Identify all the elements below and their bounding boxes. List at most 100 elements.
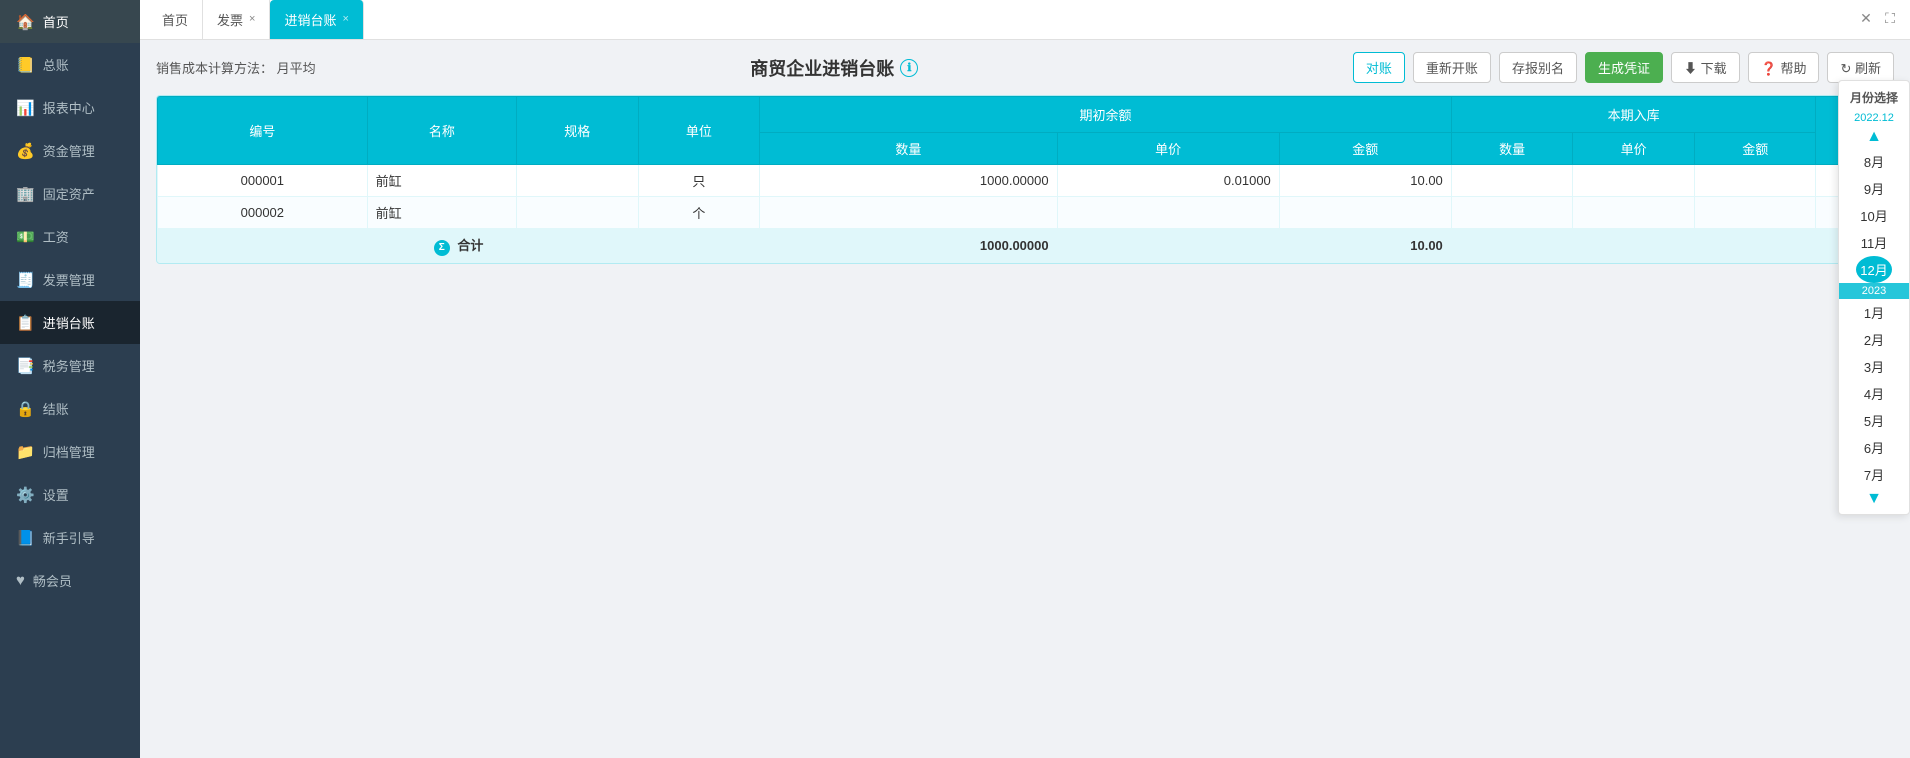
save-as-button[interactable]: 存报别名 xyxy=(1499,52,1577,83)
row1-op-price: 0.01000 xyxy=(1057,165,1279,197)
sidebar-item-closing[interactable]: 🔒 结账 xyxy=(0,387,140,430)
month-next-year: 2023 xyxy=(1839,283,1909,299)
cost-method-label: 销售成本计算方法： xyxy=(156,61,273,76)
sidebar-label-tax: 税务管理 xyxy=(43,356,95,375)
tab-bar: 首页 发票 × 进销台账 × xyxy=(140,0,1910,40)
total-row: Σ 合计 1000.00000 10.00 xyxy=(158,229,1893,263)
sidebar-item-inventory[interactable]: 📋 进销台账 xyxy=(0,301,140,344)
sidebar-item-payroll[interactable]: 💵 工资 xyxy=(0,215,140,258)
total-icon: Σ xyxy=(434,240,450,256)
month-item-12[interactable]: 12月 xyxy=(1856,256,1892,283)
sidebar-label-guide: 新手引导 xyxy=(43,528,95,547)
row1-code: 000001 xyxy=(158,165,368,197)
month-scroll-up[interactable]: ▲ xyxy=(1866,126,1882,148)
tab-inventory-label: 进销台账 xyxy=(284,10,336,29)
col-in-price: 单价 xyxy=(1573,133,1695,165)
row2-in-price xyxy=(1573,197,1695,229)
inventory-table: 编号 名称 规格 单位 期初余额 本期入库 数 数量 单价 金额 数量 单价 xyxy=(157,96,1893,263)
tab-home[interactable]: 首页 xyxy=(148,0,203,39)
toolbar: 销售成本计算方法： 月平均 商贸企业进销台账 ℹ 对账 重新开账 存报别名 生成… xyxy=(156,52,1894,83)
total-op-amount: 10.00 xyxy=(1279,229,1451,263)
col-opening-amount: 金额 xyxy=(1279,133,1451,165)
row1-in-price xyxy=(1573,165,1695,197)
total-op-price xyxy=(1057,229,1279,263)
col-in-amount: 金额 xyxy=(1694,133,1816,165)
sidebar-item-home[interactable]: 🏠 首页 xyxy=(0,0,140,43)
download-icon: ⬇ xyxy=(1684,61,1697,76)
sidebar-item-settings[interactable]: ⚙️ 设置 xyxy=(0,473,140,516)
reopen-button[interactable]: 重新开账 xyxy=(1413,52,1491,83)
help-button[interactable]: ❓ 帮助 xyxy=(1748,52,1820,83)
sidebar-label-payroll: 工资 xyxy=(43,227,69,246)
sidebar-label-invoice-mgmt: 发票管理 xyxy=(43,270,95,289)
reconcile-button[interactable]: 对账 xyxy=(1353,52,1405,83)
action-buttons: 对账 重新开账 存报别名 生成凭证 ⬇ 下载 ❓ 帮助 ↻ 刷新 xyxy=(1353,52,1894,83)
sidebar-item-archive[interactable]: 📁 归档管理 xyxy=(0,430,140,473)
sidebar-label-inventory: 进销台账 xyxy=(43,313,95,332)
month-item-6[interactable]: 6月 xyxy=(1839,434,1909,461)
ledger-icon: 📒 xyxy=(16,56,35,74)
download-label: 下载 xyxy=(1701,61,1727,76)
cost-method-value: 月平均 xyxy=(277,61,316,76)
sidebar-item-invoice-mgmt[interactable]: 🧾 发票管理 xyxy=(0,258,140,301)
close-button[interactable]: ✕ xyxy=(1856,8,1876,28)
row2-op-amount xyxy=(1279,197,1451,229)
tab-inventory-close[interactable]: × xyxy=(342,14,348,25)
tab-inventory[interactable]: 进销台账 × xyxy=(270,0,363,39)
help-label: 帮助 xyxy=(1780,61,1806,76)
download-button[interactable]: ⬇ 下载 xyxy=(1671,52,1740,83)
col-opening-qty: 数量 xyxy=(760,133,1057,165)
row2-op-qty xyxy=(760,197,1057,229)
month-item-4[interactable]: 4月 xyxy=(1839,380,1909,407)
sidebar-label-closing: 结账 xyxy=(43,399,69,418)
sidebar-item-reports[interactable]: 📊 报表中心 xyxy=(0,86,140,129)
total-label: Σ 合计 xyxy=(158,229,760,263)
sidebar-item-ledger[interactable]: 📒 总账 xyxy=(0,43,140,86)
closing-icon: 🔒 xyxy=(16,400,35,418)
total-in-amount xyxy=(1694,229,1816,263)
window-controls: ✕ ⛶ xyxy=(1846,0,1910,36)
tab-invoice-close[interactable]: × xyxy=(249,14,255,25)
reports-icon: 📊 xyxy=(16,99,35,117)
month-panel-title: 月份选择 xyxy=(1850,85,1898,110)
info-icon[interactable]: ℹ xyxy=(900,59,918,77)
month-item-10[interactable]: 10月 xyxy=(1839,202,1909,229)
sidebar-item-tax[interactable]: 📑 税务管理 xyxy=(0,344,140,387)
month-scroll-down[interactable]: ▼ xyxy=(1866,488,1882,510)
col-spec: 规格 xyxy=(516,97,638,165)
month-item-9[interactable]: 9月 xyxy=(1839,175,1909,202)
refresh-button[interactable]: ↻ 刷新 xyxy=(1827,52,1894,83)
sidebar-label-vip: 畅会员 xyxy=(33,571,72,590)
month-item-1[interactable]: 1月 xyxy=(1839,299,1909,326)
tab-invoice[interactable]: 发票 × xyxy=(203,0,270,39)
archive-icon: 📁 xyxy=(16,443,35,461)
sidebar-item-finance[interactable]: 💰 资金管理 xyxy=(0,129,140,172)
content-area: 销售成本计算方法： 月平均 商贸企业进销台账 ℹ 对账 重新开账 存报别名 生成… xyxy=(140,40,1910,758)
generate-button[interactable]: 生成凭证 xyxy=(1585,52,1663,83)
sidebar-item-guide[interactable]: 📘 新手引导 xyxy=(0,516,140,559)
col-in-qty: 数量 xyxy=(1451,133,1573,165)
row1-spec xyxy=(516,165,638,197)
tab-invoice-label: 发票 xyxy=(217,10,243,29)
month-item-8[interactable]: 8月 xyxy=(1839,148,1909,175)
month-item-3[interactable]: 3月 xyxy=(1839,353,1909,380)
month-item-11[interactable]: 11月 xyxy=(1839,229,1909,256)
sidebar-item-assets[interactable]: 🏢 固定资产 xyxy=(0,172,140,215)
tax-icon: 📑 xyxy=(16,357,35,375)
col-opening-balance: 期初余额 xyxy=(760,97,1452,133)
month-item-2[interactable]: 2月 xyxy=(1839,326,1909,353)
total-in-qty xyxy=(1451,229,1573,263)
main-area: ✕ ⛶ 首页 发票 × 进销台账 × 销售成本计算方法： 月平均 商贸企业进销台… xyxy=(140,0,1910,758)
row1-op-qty: 1000.00000 xyxy=(760,165,1057,197)
month-item-5[interactable]: 5月 xyxy=(1839,407,1909,434)
home-icon: 🏠 xyxy=(16,13,35,31)
row1-in-amount xyxy=(1694,165,1816,197)
row2-in-amount xyxy=(1694,197,1816,229)
month-item-7[interactable]: 7月 xyxy=(1839,461,1909,488)
sidebar-label-home: 首页 xyxy=(43,12,69,31)
payroll-icon: 💵 xyxy=(16,228,35,246)
inventory-table-wrapper: 编号 名称 规格 单位 期初余额 本期入库 数 数量 单价 金额 数量 单价 xyxy=(156,95,1894,264)
maximize-button[interactable]: ⛶ xyxy=(1880,8,1900,28)
refresh-label: 刷新 xyxy=(1855,61,1881,76)
sidebar-item-vip[interactable]: ♥ 畅会员 xyxy=(0,559,140,602)
